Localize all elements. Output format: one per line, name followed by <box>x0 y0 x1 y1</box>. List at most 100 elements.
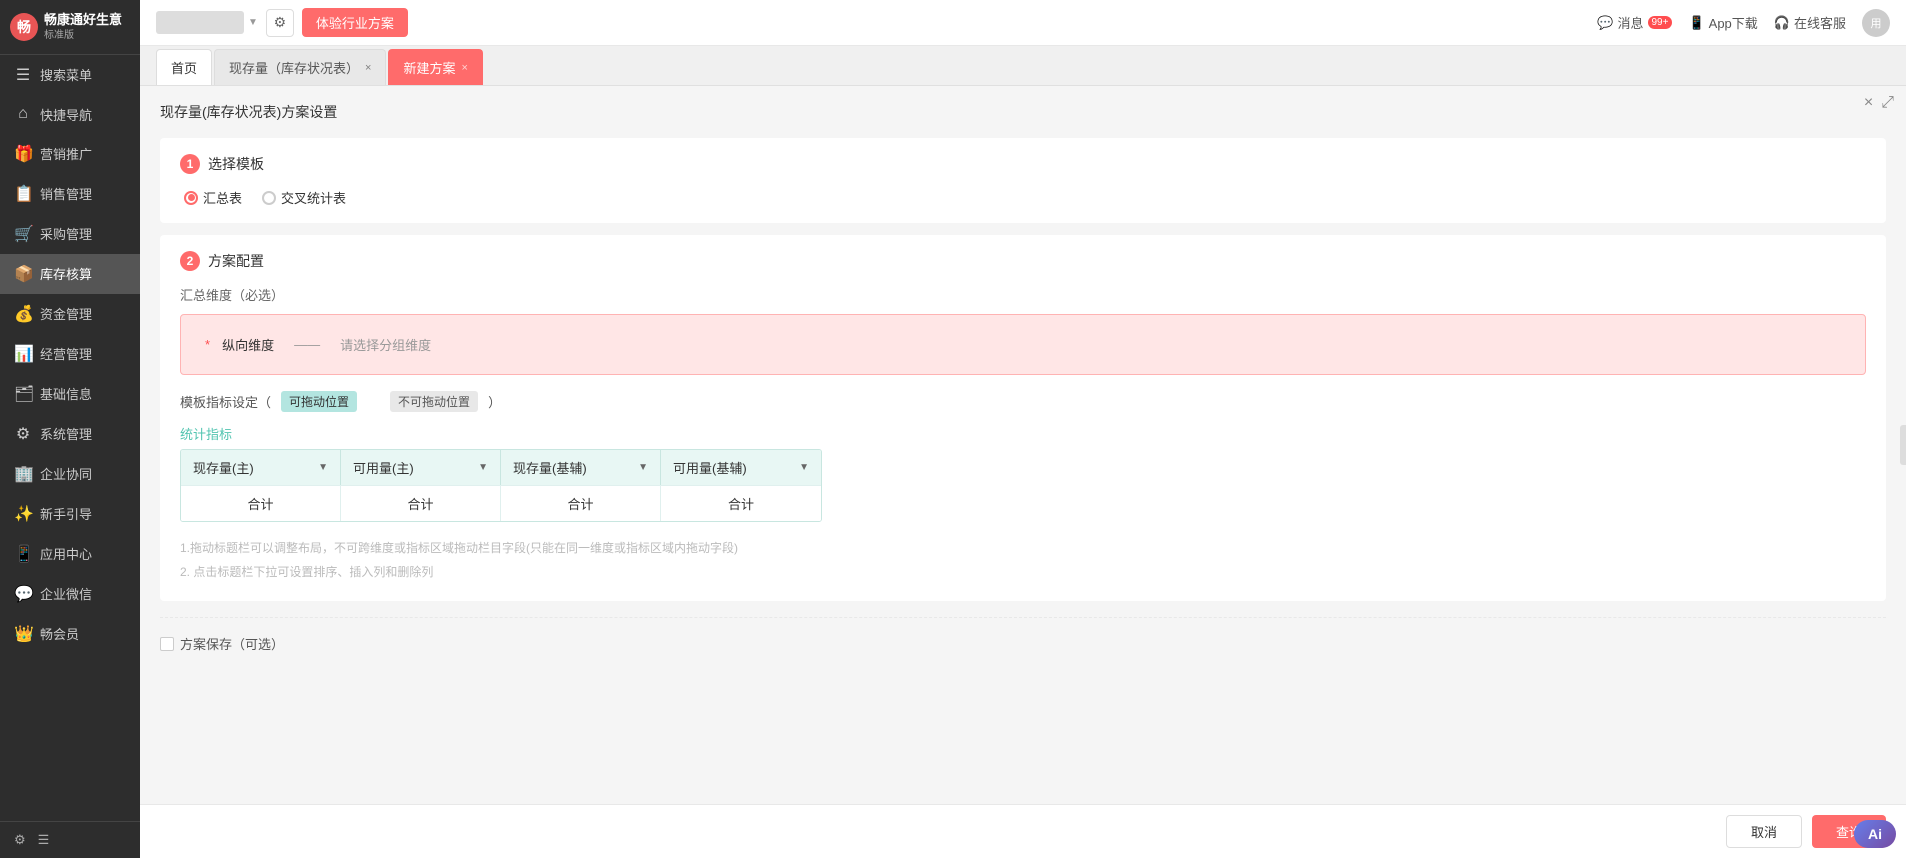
step1-badge: 1 <box>180 154 200 174</box>
dimension-box[interactable]: * 纵向维度 —— 请选择分组维度 <box>180 314 1866 375</box>
sidebar-item-quick-nav[interactable]: ⌂ 快捷导航 <box>0 95 140 134</box>
stats-cell-0-3: 合计 <box>661 486 821 521</box>
user-name-area: ▼ <box>156 11 258 34</box>
stats-header-1[interactable]: 可用量(主) ▼ <box>341 450 501 485</box>
online-service-action[interactable]: 🎧 在线客服 <box>1774 13 1846 32</box>
tips-section: 1.拖动标题栏可以调整布局，不可跨维度或指标区域拖动栏目字段(只能在同一维度或指… <box>180 538 1866 583</box>
app-download-label: App下载 <box>1709 13 1758 32</box>
radio-cross-circle <box>262 191 276 205</box>
save-checkbox[interactable] <box>160 637 174 651</box>
sidebar-settings-icon[interactable]: ⚙ <box>14 832 26 848</box>
tab-bar: 首页 现存量（库存状况表） × 新建方案 × <box>140 46 1906 86</box>
chevron-down-icon-1: ▼ <box>478 462 488 473</box>
gear-icon: ⚙ <box>274 14 287 31</box>
sidebar-nav: ☰ 搜索菜单 ⌂ 快捷导航 🎁 营销推广 📋 销售管理 🛒 采购管理 📦 库存核… <box>0 55 140 821</box>
sidebar-item-search-menu[interactable]: ☰ 搜索菜单 <box>0 55 140 95</box>
sidebar: 畅 畅康通好生意 标准版 ☰ 搜索菜单 ⌂ 快捷导航 🎁 营销推广 📋 销售管理… <box>0 0 140 858</box>
sidebar-item-label: 应用中心 <box>40 544 92 563</box>
stats-section: 统计指标 现存量(主) ▼ 可用量(主) ▼ 现存量(基辅) <box>180 424 1866 522</box>
chevron-down-icon-3: ▼ <box>799 462 809 473</box>
step2-badge: 2 <box>180 251 200 271</box>
stats-header-3[interactable]: 可用量(基辅) ▼ <box>661 450 821 485</box>
app-version: 标准版 <box>44 29 122 42</box>
ai-badge[interactable]: Ai <box>1854 820 1896 848</box>
radio-cross[interactable]: 交叉统计表 <box>262 188 346 207</box>
tab-inventory-status[interactable]: 现存量（库存状况表） × <box>214 49 386 85</box>
sidebar-logo: 畅 畅康通好生意 标准版 <box>0 0 140 55</box>
stats-header-row: 现存量(主) ▼ 可用量(主) ▼ 现存量(基辅) ▼ 可用量(基辅) <box>181 450 821 485</box>
sidebar-item-label: 营销推广 <box>40 144 92 163</box>
quick-nav-icon: ⌂ <box>14 105 32 123</box>
step1-label: 选择模板 <box>208 154 264 174</box>
main-area: ▼ ⚙ 体验行业方案 💬 消息 99+ 📱 App下载 🎧 在线客服 用 <box>140 0 1906 858</box>
sidebar-item-basic-info[interactable]: 🗂 基础信息 <box>0 374 140 414</box>
operations-icon: 📊 <box>14 344 32 364</box>
tab-inventory-close-icon[interactable]: × <box>365 62 371 74</box>
tab-home[interactable]: 首页 <box>156 49 212 85</box>
page-title: 现存量(库存状况表)方案设置 <box>160 102 1886 122</box>
basic-info-icon: 🗂 <box>14 384 32 404</box>
sidebar-item-purchase[interactable]: 🛒 采购管理 <box>0 214 140 254</box>
radio-summary[interactable]: 汇总表 <box>184 188 242 207</box>
tab-inventory-status-label: 现存量（库存状况表） <box>229 58 359 77</box>
user-avatar[interactable]: 用 <box>1862 9 1890 37</box>
username-dropdown-icon[interactable]: ▼ <box>248 17 258 28</box>
stats-header-2[interactable]: 现存量(基辅) ▼ <box>501 450 661 485</box>
indicator-separator <box>367 392 380 411</box>
save-option: 方案保存（可选） <box>160 634 1886 653</box>
sidebar-item-system[interactable]: ⚙ 系统管理 <box>0 414 140 454</box>
settings-button[interactable]: ⚙ <box>266 9 294 37</box>
newbie-icon: ✨ <box>14 504 32 524</box>
resize-handle[interactable] <box>1900 425 1906 465</box>
sidebar-item-operations[interactable]: 📊 经营管理 <box>0 334 140 374</box>
message-icon: 💬 <box>1597 15 1613 31</box>
enterprise-icon: 🏢 <box>14 464 32 484</box>
trial-button[interactable]: 体验行业方案 <box>302 8 408 37</box>
sidebar-item-finance[interactable]: 💰 资金管理 <box>0 294 140 334</box>
sidebar-menu-icon[interactable]: ☰ <box>38 832 50 848</box>
sidebar-item-marketing[interactable]: 🎁 营销推广 <box>0 134 140 174</box>
sidebar-item-sales[interactable]: 📋 销售管理 <box>0 174 140 214</box>
app-download-action[interactable]: 📱 App下载 <box>1688 13 1757 32</box>
stats-title: 统计指标 <box>180 424 1866 443</box>
stats-table: 现存量(主) ▼ 可用量(主) ▼ 现存量(基辅) ▼ 可用量(基辅) <box>180 449 822 522</box>
indicator-end: ） <box>488 392 501 411</box>
indicator-settings: 模板指标设定（ 可拖动位置 不可拖动位置 ） <box>180 391 1866 412</box>
section-divider <box>160 617 1886 618</box>
sidebar-item-newbie[interactable]: ✨ 新手引导 <box>0 494 140 534</box>
chevron-down-icon-2: ▼ <box>638 462 648 473</box>
tab-new-plan[interactable]: 新建方案 × <box>388 49 482 85</box>
logo-icon: 畅 <box>10 13 38 41</box>
sidebar-item-label: 系统管理 <box>40 424 92 443</box>
template-selection-section: 1 选择模板 汇总表 交叉统计表 <box>160 138 1886 223</box>
message-action[interactable]: 💬 消息 99+ <box>1597 13 1672 32</box>
sidebar-item-label: 销售管理 <box>40 184 92 203</box>
search-menu-icon: ☰ <box>14 65 32 85</box>
tab-new-plan-label: 新建方案 <box>403 58 455 77</box>
window-expand-button[interactable]: ⤢ <box>1881 94 1894 112</box>
stats-cell-0-1: 合计 <box>341 486 501 521</box>
sidebar-item-label: 经营管理 <box>40 344 92 363</box>
sidebar-item-label: 采购管理 <box>40 224 92 243</box>
sales-icon: 📋 <box>14 184 32 204</box>
sidebar-item-app-center[interactable]: 📱 应用中心 <box>0 534 140 574</box>
stats-header-0[interactable]: 现存量(主) ▼ <box>181 450 341 485</box>
message-label: 消息 <box>1617 13 1643 32</box>
tab-new-plan-close-icon[interactable]: × <box>461 62 467 74</box>
tab-home-label: 首页 <box>171 58 197 77</box>
sidebar-item-member[interactable]: 👑 畅会员 <box>0 614 140 654</box>
sidebar-item-enterprise[interactable]: 🏢 企业协同 <box>0 454 140 494</box>
sidebar-item-wechat[interactable]: 💬 企业微信 <box>0 574 140 614</box>
content-area: × ⤢ 现存量(库存状况表)方案设置 1 选择模板 汇总表 交叉统计表 <box>140 86 1906 804</box>
app-center-icon: 📱 <box>14 544 32 564</box>
cancel-button[interactable]: 取消 <box>1726 815 1802 848</box>
dimension-dash: —— <box>294 337 320 352</box>
sidebar-item-label: 新手引导 <box>40 504 92 523</box>
sidebar-item-inventory[interactable]: 📦 库存核算 <box>0 254 140 294</box>
window-close-button[interactable]: × <box>1864 94 1873 112</box>
radio-summary-dot <box>188 194 195 201</box>
stats-data-row-0: 合计 合计 合计 合计 <box>181 485 821 521</box>
service-icon: 🎧 <box>1774 15 1790 31</box>
sidebar-item-label: 搜索菜单 <box>40 65 92 84</box>
sidebar-item-label: 畅会员 <box>40 624 79 643</box>
